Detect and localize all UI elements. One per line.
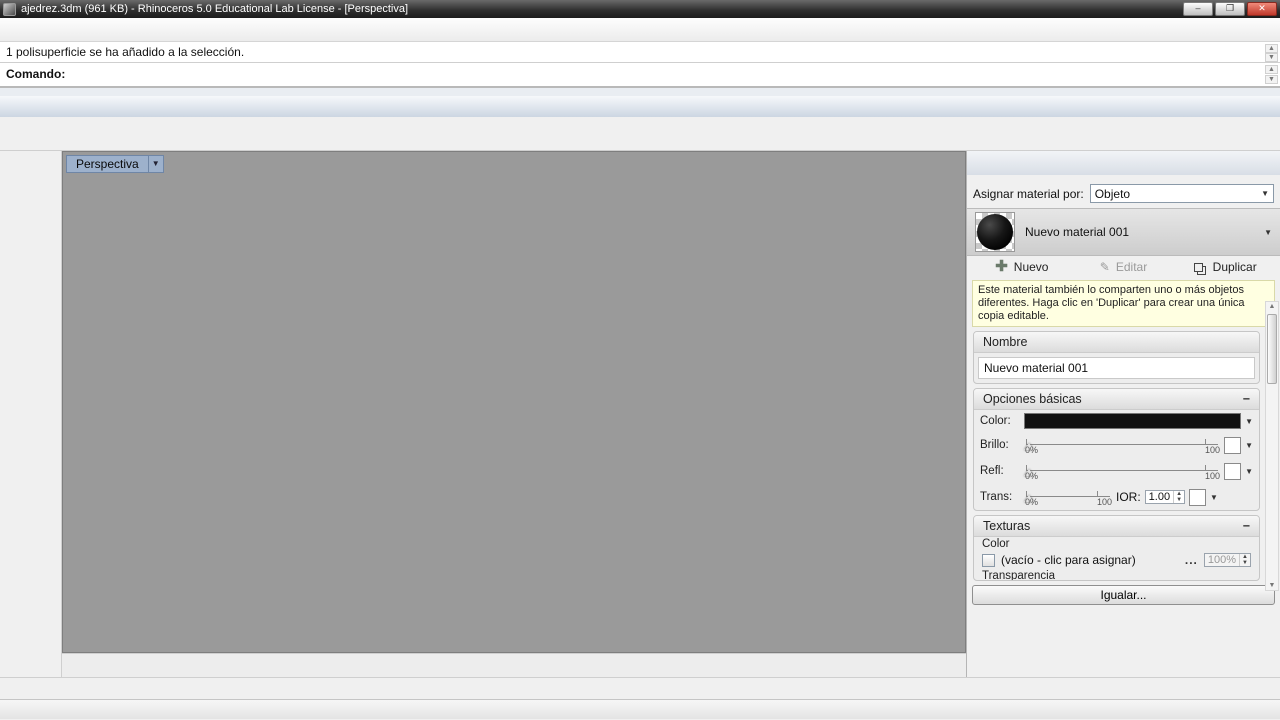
title-bar: ajedrez.3dm (961 KB) - Rhinoceros 5.0 Ed… [0, 0, 1280, 18]
command-spinner[interactable]: ▲ ▼ [1265, 65, 1278, 84]
scroll-down-icon[interactable]: ▼ [1266, 582, 1278, 589]
reflectivity-slider[interactable]: 0% 100 [1024, 461, 1220, 481]
gloss-label: Brillo: [980, 439, 1009, 451]
spin-up-icon[interactable]: ▲ [1265, 65, 1278, 74]
reflectivity-swatch[interactable] [1224, 462, 1242, 480]
collapse-icon[interactable]: − [1243, 392, 1250, 406]
scroll-down-icon[interactable]: ▼ [1265, 53, 1278, 62]
material-name-field[interactable]: Nuevo material 001 [978, 357, 1255, 379]
section-nombre: Nombre Nuevo material 001 [973, 331, 1260, 384]
spin-down-icon[interactable]: ▼ [1265, 75, 1278, 84]
scrollbar-thumb[interactable] [1267, 314, 1277, 384]
panel-scrollbar[interactable]: ▲ ▼ [1265, 301, 1279, 591]
match-button[interactable]: Igualar... [972, 585, 1275, 605]
transparency-swatch[interactable] [1189, 488, 1207, 506]
scroll-up-icon[interactable]: ▲ [1265, 44, 1278, 53]
texture-color-label: Color [982, 538, 1010, 550]
gloss-dropdown-arrow-icon[interactable]: ▼ [1245, 441, 1253, 450]
diffuse-color-swatch[interactable] [1024, 413, 1242, 429]
assign-material-label: Asignar material por: [973, 186, 1084, 201]
transparency-slider[interactable]: 0% 100 [1024, 487, 1112, 507]
viewport-perspective[interactable]: Perspectiva ▼ [62, 151, 966, 653]
command-history[interactable]: 1 polisuperficie se ha añadido a la sele… [0, 42, 1280, 63]
shared-material-note: Este material también lo comparten uno o… [972, 280, 1275, 327]
material-dropdown-arrow-icon[interactable]: ▼ [1264, 228, 1272, 237]
material-selector[interactable]: Nuevo material 001 ▼ [967, 208, 1280, 256]
restore-button[interactable]: ❐ [1215, 2, 1245, 16]
window-title: ajedrez.3dm (961 KB) - Rhinoceros 5.0 Ed… [21, 3, 409, 15]
collapse-icon[interactable]: − [1243, 519, 1250, 533]
duplicate-material-button[interactable]: Duplicar [1176, 259, 1274, 275]
viewport-tabs [62, 653, 966, 677]
app-icon [3, 2, 16, 16]
texture-color-checkbox[interactable] [982, 553, 995, 567]
edit-material-button[interactable]: ✎ Editar [1075, 259, 1173, 275]
command-input[interactable]: Comando: ▲ ▼ [0, 63, 1280, 88]
browse-texture-button[interactable]: ... [1185, 553, 1198, 567]
material-preview-sphere [975, 212, 1015, 252]
transparency-label: Trans: [980, 491, 1013, 503]
transparency-dropdown-arrow-icon[interactable]: ▼ [1210, 493, 1218, 502]
section-texturas: Texturas − Color (vacío - clic para asign… [973, 515, 1260, 581]
dropdown-arrow-icon: ▼ [1261, 189, 1269, 198]
main-toolbar [0, 117, 1280, 151]
viewport-menu-arrow-icon[interactable]: ▼ [148, 155, 164, 173]
pencil-icon: ✎ [1099, 260, 1110, 274]
tabstrip-gap [0, 88, 1280, 96]
gloss-slider[interactable]: 0% 100 [1024, 435, 1220, 455]
spin-down-icon: ▼ [1176, 497, 1183, 503]
assign-material-select[interactable]: Objeto ▼ [1089, 184, 1274, 203]
ior-label: IOR: [1116, 490, 1141, 504]
new-material-button[interactable]: ✚ Nuevo [973, 259, 1071, 275]
minimize-button[interactable]: – [1183, 2, 1213, 16]
properties-panel: Asignar material por: Objeto ▼ Nuevo mat… [966, 151, 1280, 677]
close-button[interactable]: ✕ [1247, 2, 1277, 16]
gloss-swatch[interactable] [1224, 436, 1242, 454]
section-opciones-header[interactable]: Opciones básicas − [974, 389, 1259, 410]
status-bar [0, 699, 1280, 719]
texture-transparency-label: Transparencia [982, 570, 1056, 580]
color-dropdown-arrow-icon[interactable]: ▼ [1245, 417, 1253, 426]
toolbar-tab-strip [0, 96, 1280, 117]
texture-amount-spinner[interactable]: 100% ▲ ▼ [1203, 553, 1251, 567]
color-label: Color: [980, 415, 1011, 427]
duplicate-icon [1193, 262, 1203, 272]
material-mode-bar [967, 175, 1280, 182]
scroll-up-icon[interactable]: ▲ [1266, 303, 1278, 310]
panel-tabs [967, 151, 1280, 175]
section-opciones-basicas: Opciones básicas − Color: ▼ Brillo: 0% 100… [973, 388, 1260, 511]
section-texturas-header[interactable]: Texturas − [974, 516, 1259, 537]
texture-empty-label[interactable]: (vacío - clic para asignar) [1001, 553, 1179, 567]
plus-icon: ✚ [995, 258, 1008, 275]
ior-spinner[interactable]: 1.00 ▲ ▼ [1144, 490, 1186, 504]
viewport-title[interactable]: Perspectiva [66, 155, 149, 173]
command-history-line: 1 polisuperficie se ha añadido a la sele… [6, 45, 245, 59]
assign-material-value: Objeto [1094, 186, 1131, 201]
menu-bar [0, 18, 1280, 42]
history-scrollbar[interactable]: ▲ ▼ [1265, 44, 1278, 62]
reflectivity-label: Refl: [980, 465, 1004, 477]
command-prompt: Comando: [6, 67, 66, 81]
material-name: Nuevo material 001 [1025, 225, 1130, 239]
reflectivity-dropdown-arrow-icon[interactable]: ▼ [1245, 467, 1253, 476]
section-nombre-header[interactable]: Nombre [974, 332, 1259, 353]
tool-palette [0, 151, 62, 677]
osnap-bar [0, 677, 1280, 699]
